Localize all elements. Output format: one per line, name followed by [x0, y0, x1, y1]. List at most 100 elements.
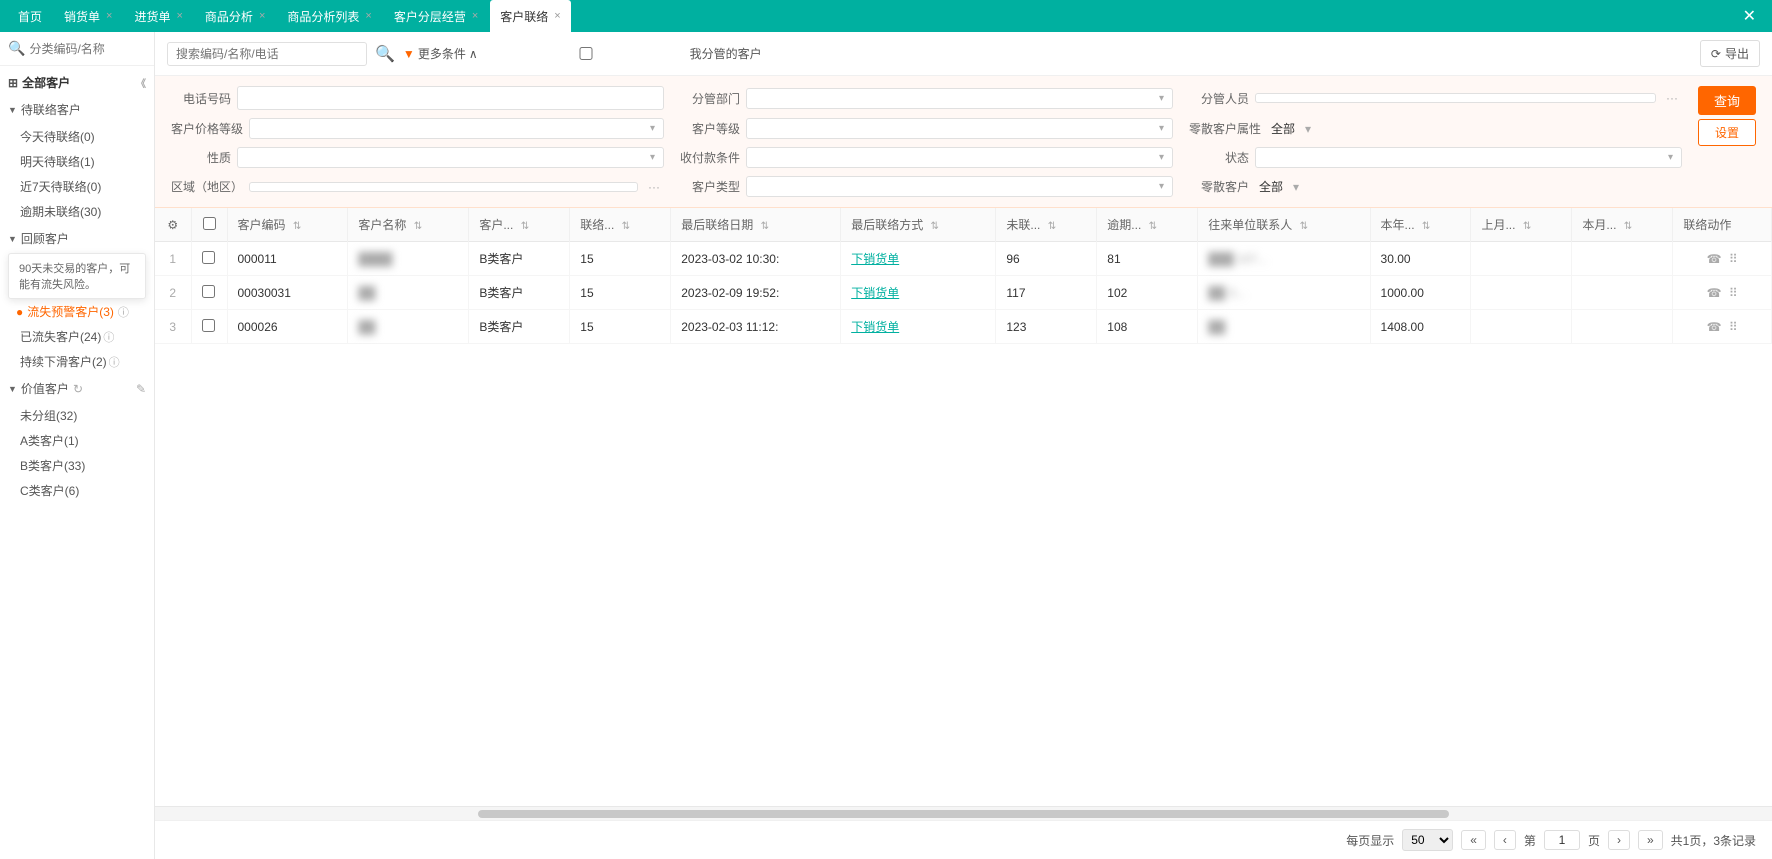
row-checkbox-2[interactable] [191, 276, 227, 310]
row-checkbox-1[interactable] [191, 242, 227, 276]
sidebar-item-overdue-contact[interactable]: 逾期未联络(30) [0, 199, 154, 224]
close-product-analysis[interactable]: × [259, 10, 265, 22]
row-type-1: B类客户 [469, 242, 570, 276]
sidebar-section-value-customers[interactable]: ▼ 价值客户 ↻ ✎ [0, 374, 154, 403]
col-contact-count[interactable]: 联络... ⇅ [570, 208, 671, 242]
sidebar-all-customers[interactable]: ⊞ 全部客户 《 [0, 66, 154, 95]
nav-product-analysis[interactable]: 商品分析 × [195, 0, 275, 32]
horizontal-scrollbar[interactable] [155, 806, 1772, 820]
col-last-month[interactable]: 上月... ⇅ [1471, 208, 1572, 242]
nav-product-analysis-list[interactable]: 商品分析列表 × [277, 0, 381, 32]
nav-customer-stratification[interactable]: 客户分层经营 × [384, 0, 488, 32]
col-type[interactable]: 客户... ⇅ [469, 208, 570, 242]
page-size-select[interactable]: 50 20 100 [1402, 829, 1453, 851]
nav-home[interactable]: 首页 [8, 0, 52, 32]
scrollbar-thumb[interactable] [478, 810, 1448, 818]
row-action-3[interactable]: ☎ ⠿ [1673, 310, 1772, 344]
col-settings[interactable]: ⚙ [155, 208, 191, 242]
dept-select[interactable]: ▾ [746, 88, 1173, 109]
customer-table: ⚙ 客户编码 ⇅ 客户名称 ⇅ 客户... ⇅ 联络... ⇅ 最后联络日期 ⇅… [155, 208, 1772, 344]
contact-icon-2[interactable]: ☎ [1707, 286, 1722, 300]
price-level-select[interactable]: ▾ [249, 118, 664, 139]
customer-table-container: ⚙ 客户编码 ⇅ 客户名称 ⇅ 客户... ⇅ 联络... ⇅ 最后联络日期 ⇅… [155, 208, 1772, 806]
sidebar-item-churned[interactable]: 已流失客户(24) ⓘ [0, 324, 154, 349]
more-conditions-btn[interactable]: ▼ 更多条件 ∧ [403, 45, 478, 62]
nav-sales-order[interactable]: 销货单 × [54, 0, 122, 32]
window-close-btn[interactable]: ✕ [1735, 6, 1764, 26]
contact-icon-1[interactable]: ☎ [1707, 252, 1722, 266]
row-type-3: B类客户 [469, 310, 570, 344]
refresh-icon[interactable]: ↻ [73, 382, 83, 396]
row-last-month-2 [1471, 276, 1572, 310]
col-overdue[interactable]: 逾期... ⇅ [1097, 208, 1198, 242]
col-name[interactable]: 客户名称 ⇅ [348, 208, 469, 242]
close-customer-contact[interactable]: × [554, 10, 560, 22]
select-all-checkbox[interactable] [203, 217, 216, 230]
search-button[interactable]: 🔍 [375, 44, 395, 64]
row-code-1: 000011 [227, 242, 348, 276]
sidebar-item-tomorrow-contact[interactable]: 明天待联络(1) [0, 149, 154, 174]
nav-purchase-order[interactable]: 进货单 × [124, 0, 192, 32]
sidebar-item-7days-contact[interactable]: 近7天待联络(0) [0, 174, 154, 199]
query-button[interactable]: 查询 [1698, 86, 1756, 115]
payment-select[interactable]: ▾ [746, 147, 1173, 168]
row-last-date-1: 2023-03-02 10:30: [671, 242, 841, 276]
more-action-icon-1[interactable]: ⠿ [1729, 252, 1738, 266]
export-button[interactable]: ⟳ 导出 [1700, 40, 1760, 67]
col-code[interactable]: 客户编码 ⇅ [227, 208, 348, 242]
row-last-method-2[interactable]: 下销货单 [841, 276, 996, 310]
search-input[interactable] [167, 42, 367, 66]
status-select[interactable]: ▾ [1255, 147, 1682, 168]
sidebar-section-review-customers[interactable]: ▼ 回顾客户 [0, 224, 154, 253]
row-action-2[interactable]: ☎ ⠿ [1673, 276, 1772, 310]
filter-bar: 🔍 ▼ 更多条件 ∧ 我分管的客户 ⟳ 导出 [155, 32, 1772, 76]
col-this-month[interactable]: 本月... ⇅ [1572, 208, 1673, 242]
customer-level-select[interactable]: ▾ [746, 118, 1173, 139]
col-no-contact[interactable]: 未联... ⇅ [996, 208, 1097, 242]
col-checkbox[interactable] [191, 208, 227, 242]
sidebar-item-class-a[interactable]: A类客户(1) [0, 428, 154, 453]
more-action-icon-2[interactable]: ⠿ [1729, 286, 1738, 300]
sidebar-item-class-b[interactable]: B类客户(33) [0, 453, 154, 478]
sidebar-section-pending-contact[interactable]: ▼ 待联络客户 [0, 95, 154, 124]
last-page-button[interactable]: » [1638, 830, 1663, 850]
region-select[interactable] [249, 182, 638, 192]
my-customers-checkbox[interactable] [486, 47, 686, 60]
close-customer-stratification[interactable]: × [472, 10, 478, 22]
edit-icon[interactable]: ✎ [136, 382, 146, 396]
more-action-icon-3[interactable]: ⠿ [1729, 320, 1738, 334]
row-checkbox-3[interactable] [191, 310, 227, 344]
close-purchase-order[interactable]: × [176, 10, 182, 22]
first-page-button[interactable]: « [1461, 830, 1486, 850]
close-product-analysis-list[interactable]: × [365, 10, 371, 22]
contact-icon-3[interactable]: ☎ [1707, 320, 1722, 334]
col-this-year[interactable]: 本年... ⇅ [1370, 208, 1471, 242]
row-last-method-3[interactable]: 下销货单 [841, 310, 996, 344]
my-customers-toggle[interactable]: 我分管的客户 [486, 45, 762, 62]
person-dots[interactable]: ··· [1662, 91, 1682, 105]
sidebar-item-declining[interactable]: 持续下滑客户(2) ⓘ [0, 349, 154, 374]
main-layout: 🔍 ⊞ 全部客户 《 ▼ 待联络客户 今天待联络(0) 明天待联络(1) 近7天… [0, 32, 1772, 859]
col-last-contact-date[interactable]: 最后联络日期 ⇅ [671, 208, 841, 242]
col-last-contact-method[interactable]: 最后联络方式 ⇅ [841, 208, 996, 242]
settings-button[interactable]: 设置 [1698, 119, 1756, 146]
person-select[interactable] [1255, 93, 1656, 103]
row-this-month-2 [1572, 276, 1673, 310]
nature-select[interactable]: ▾ [237, 147, 664, 168]
col-contact-person[interactable]: 往来单位联系人 ⇅ [1198, 208, 1370, 242]
sidebar-item-class-c[interactable]: C类客户(6) [0, 478, 154, 503]
row-action-1[interactable]: ☎ ⠿ [1673, 242, 1772, 276]
sidebar-item-ungrouped[interactable]: 未分组(32) [0, 403, 154, 428]
region-dots[interactable]: ··· [644, 180, 664, 194]
prev-page-button[interactable]: ‹ [1494, 830, 1516, 850]
sidebar-item-today-contact[interactable]: 今天待联络(0) [0, 124, 154, 149]
row-last-method-1[interactable]: 下销货单 [841, 242, 996, 276]
customer-type-select[interactable]: ▾ [746, 176, 1173, 197]
sidebar-item-churn-warning[interactable]: ● 流失预警客户(3) ⓘ [0, 299, 154, 324]
sidebar-search-input[interactable] [29, 42, 146, 56]
next-page-button[interactable]: › [1608, 830, 1630, 850]
nav-customer-contact[interactable]: 客户联络 × [490, 0, 570, 32]
close-sales-order[interactable]: × [106, 10, 112, 22]
page-number-input[interactable] [1544, 830, 1580, 850]
phone-input[interactable] [237, 86, 664, 110]
